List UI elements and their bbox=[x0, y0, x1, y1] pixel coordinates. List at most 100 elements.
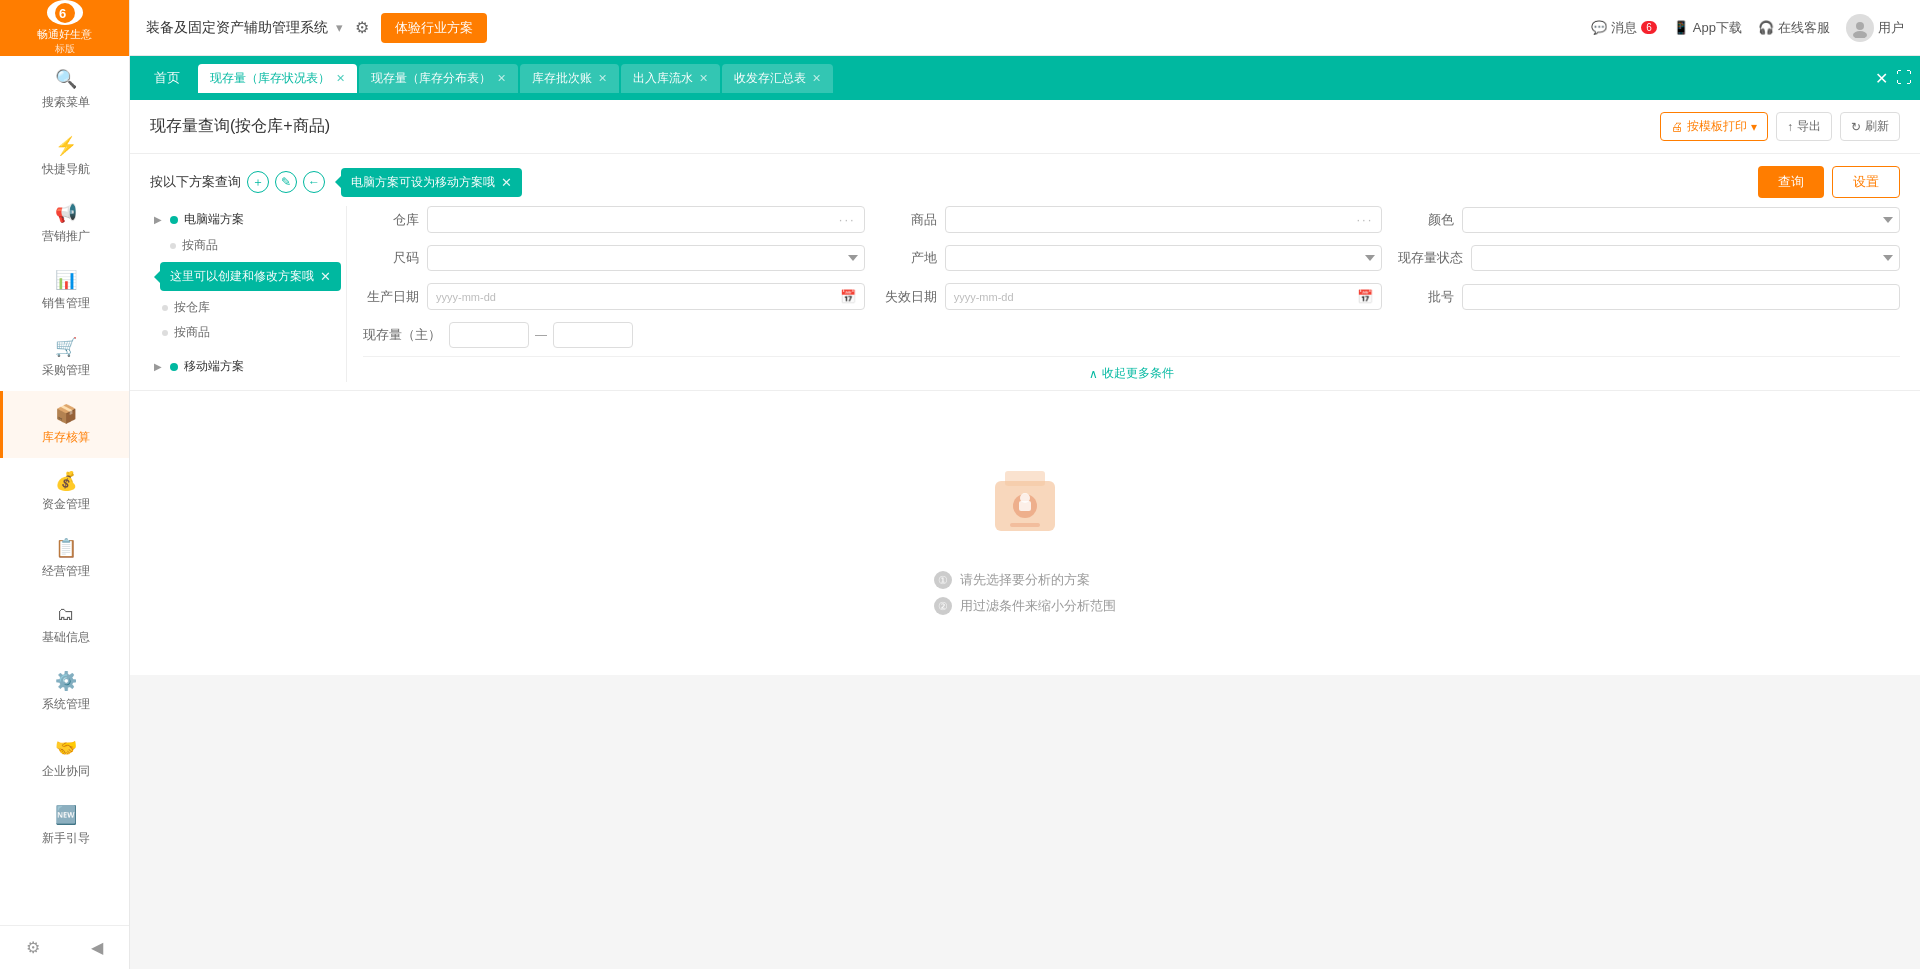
stock-qty-end[interactable] bbox=[553, 322, 633, 348]
stock-status-label: 现存量状态 bbox=[1398, 249, 1463, 267]
search-button[interactable]: 查询 bbox=[1758, 166, 1824, 198]
refresh-btn[interactable]: ↻ 刷新 bbox=[1840, 112, 1900, 141]
collapse-btn[interactable]: ∧ 收起更多条件 bbox=[363, 356, 1900, 382]
sub-item-warehouse[interactable]: 按仓库 bbox=[158, 295, 330, 320]
new-icon: 🆕 bbox=[55, 804, 77, 826]
expand-arrow-icon: ▶ bbox=[154, 214, 164, 225]
filter-row3: 生产日期 yyyy-mm-dd 📅 失效日期 yyyy- bbox=[363, 283, 1900, 310]
tab-close-inventory-dist[interactable]: ✕ bbox=[497, 72, 506, 85]
color-label: 颜色 bbox=[1398, 211, 1454, 229]
svg-point-3 bbox=[1853, 31, 1867, 38]
export-btn[interactable]: ↑ 导出 bbox=[1776, 112, 1832, 141]
sidebar-item-quicknav[interactable]: ⚡ 快捷导航 bbox=[0, 123, 129, 190]
tab-close-all-btn[interactable]: ✕ bbox=[1875, 69, 1888, 88]
svg-rect-9 bbox=[1010, 523, 1040, 527]
sidebar-settings-btn[interactable]: ⚙ bbox=[26, 938, 40, 957]
scheme-panel: ▶ 电脑端方案 按商品 bbox=[150, 206, 330, 382]
size-label: 尺码 bbox=[363, 249, 419, 267]
sidebar-item-label-search: 搜索菜单 bbox=[42, 94, 90, 111]
system-selector[interactable]: 装备及固定资产辅助管理系统 ▾ bbox=[146, 19, 343, 37]
produce-date-range: yyyy-mm-dd 📅 bbox=[427, 283, 865, 310]
goods-dots: ··· bbox=[1356, 212, 1373, 227]
tab-close-batch-account[interactable]: ✕ bbox=[598, 72, 607, 85]
app-download-btn[interactable]: 📱 App下载 bbox=[1673, 19, 1742, 37]
back-btn[interactable]: ← bbox=[303, 171, 325, 193]
svg-text:6: 6 bbox=[59, 6, 66, 21]
color-select[interactable] bbox=[1462, 207, 1900, 233]
warehouse-input[interactable]: ··· bbox=[427, 206, 865, 233]
user-area[interactable]: 用户 bbox=[1846, 14, 1904, 42]
template-print-btn[interactable]: 🖨 按模板打印 ▾ bbox=[1660, 112, 1768, 141]
mobile-scheme-tree-item[interactable]: ▶ 移动端方案 bbox=[150, 353, 330, 380]
reset-button[interactable]: 设置 bbox=[1832, 166, 1900, 198]
expire-date-input[interactable]: yyyy-mm-dd 📅 bbox=[945, 283, 1383, 310]
sidebar-item-operations[interactable]: 📋 经营管理 bbox=[0, 525, 129, 592]
tooltip2-close[interactable]: ✕ bbox=[320, 269, 331, 284]
mobile-scheme-label: 移动端方案 bbox=[184, 358, 244, 375]
sidebar-item-finance[interactable]: 💰 资金管理 bbox=[0, 458, 129, 525]
sidebar-item-inventory[interactable]: 📦 库存核算 bbox=[0, 391, 129, 458]
pc-scheme-tree-item[interactable]: ▶ 电脑端方案 bbox=[150, 206, 330, 233]
sidebar-item-enterprise[interactable]: 🤝 企业协同 bbox=[0, 725, 129, 792]
stock-status-select[interactable] bbox=[1471, 245, 1900, 271]
sidebar-item-purchase[interactable]: 🛒 采购管理 bbox=[0, 324, 129, 391]
hint2-num: ② bbox=[934, 597, 952, 615]
handshake-icon: 🤝 bbox=[55, 737, 77, 759]
batch-input[interactable] bbox=[1462, 284, 1900, 310]
fields-panel: 仓库 ··· 商品 ··· bbox=[363, 206, 1900, 382]
origin-select[interactable] bbox=[945, 245, 1383, 271]
sidebar-item-sales[interactable]: 📊 销售管理 bbox=[0, 257, 129, 324]
tab-home[interactable]: 首页 bbox=[138, 63, 196, 93]
sidebar-item-label-operations: 经营管理 bbox=[42, 563, 90, 580]
chevron-down-icon: ▾ bbox=[336, 20, 343, 35]
tab-inventory-status[interactable]: 现存量（库存状况表） ✕ bbox=[198, 64, 357, 93]
pc-scheme-sub-item[interactable]: 按商品 bbox=[166, 233, 330, 258]
sidebar-item-search[interactable]: 🔍 搜索菜单 bbox=[0, 56, 129, 123]
sidebar-item-label-sales: 销售管理 bbox=[42, 295, 90, 312]
produce-date-label: 生产日期 bbox=[363, 288, 419, 306]
app-download-label: App下载 bbox=[1693, 19, 1742, 37]
tab-fullscreen-btn[interactable]: ⛶ bbox=[1896, 69, 1912, 88]
produce-date-start[interactable]: yyyy-mm-dd 📅 bbox=[427, 283, 865, 310]
tab-inventory-dist[interactable]: 现存量（库存分布表） ✕ bbox=[359, 64, 518, 93]
edit-scheme-btn[interactable]: ✎ bbox=[275, 171, 297, 193]
goods-input[interactable]: ··· bbox=[945, 206, 1383, 233]
collapse-up-icon: ∧ bbox=[1089, 367, 1098, 381]
sidebar-item-basics[interactable]: 🗂 基础信息 bbox=[0, 592, 129, 658]
app-name: 畅通好生意 bbox=[37, 27, 92, 42]
sidebar-item-marketing[interactable]: 📢 营销推广 bbox=[0, 190, 129, 257]
main-area: 装备及固定资产辅助管理系统 ▾ ⚙ 体验行业方案 💬 消息 6 📱 App下载 … bbox=[130, 0, 1920, 969]
tab-batch-account[interactable]: 库存批次账 ✕ bbox=[520, 64, 619, 93]
settings-icon[interactable]: ⚙ bbox=[355, 18, 369, 37]
tab-collect-summary[interactable]: 收发存汇总表 ✕ bbox=[722, 64, 833, 93]
sidebar-collapse-btn[interactable]: ◀ bbox=[91, 938, 103, 957]
range-sep-icon: — bbox=[535, 328, 547, 342]
produce-date-field: 生产日期 yyyy-mm-dd 📅 bbox=[363, 283, 865, 310]
tab-inout-flow[interactable]: 出入库流水 ✕ bbox=[621, 64, 720, 93]
batch-label: 批号 bbox=[1398, 288, 1454, 306]
online-support-btn[interactable]: 🎧 在线客服 bbox=[1758, 19, 1830, 37]
sidebar-item-label-quicknav: 快捷导航 bbox=[42, 161, 90, 178]
sub-dot2-icon bbox=[162, 305, 168, 311]
sub-item-goods[interactable]: 按商品 bbox=[158, 320, 330, 345]
sidebar-item-label-marketing: 营销推广 bbox=[42, 228, 90, 245]
tab-close-inventory-status[interactable]: ✕ bbox=[336, 72, 345, 85]
trial-button[interactable]: 体验行业方案 bbox=[381, 13, 487, 43]
sidebar-item-label-inventory: 库存核算 bbox=[42, 429, 90, 446]
headset-icon: 🎧 bbox=[1758, 20, 1774, 35]
filter-header-row: 按以下方案查询 ＋ ✎ ← 电脑方案可设为移动方案哦 ✕ 查询 设置 bbox=[150, 166, 1900, 198]
add-scheme-btn[interactable]: ＋ bbox=[247, 171, 269, 193]
tab-close-collect-summary[interactable]: ✕ bbox=[812, 72, 821, 85]
sub-dot-icon bbox=[170, 243, 176, 249]
sidebar-item-guide[interactable]: 🆕 新手引导 bbox=[0, 792, 129, 859]
empty-hints: ① 请先选择要分析的方案 ② 用过滤条件来缩小分析范围 bbox=[934, 571, 1116, 615]
hint1-text: 请先选择要分析的方案 bbox=[960, 571, 1090, 589]
megaphone-icon: 📢 bbox=[55, 202, 77, 224]
message-btn[interactable]: 💬 消息 6 bbox=[1591, 19, 1657, 37]
stock-qty-start[interactable] bbox=[449, 322, 529, 348]
sidebar-item-system[interactable]: ⚙️ 系统管理 bbox=[0, 658, 129, 725]
tooltip1-close[interactable]: ✕ bbox=[501, 175, 512, 190]
size-select[interactable] bbox=[427, 245, 865, 271]
filter-row4: 现存量（主） — bbox=[363, 322, 1900, 348]
tab-close-inout-flow[interactable]: ✕ bbox=[699, 72, 708, 85]
